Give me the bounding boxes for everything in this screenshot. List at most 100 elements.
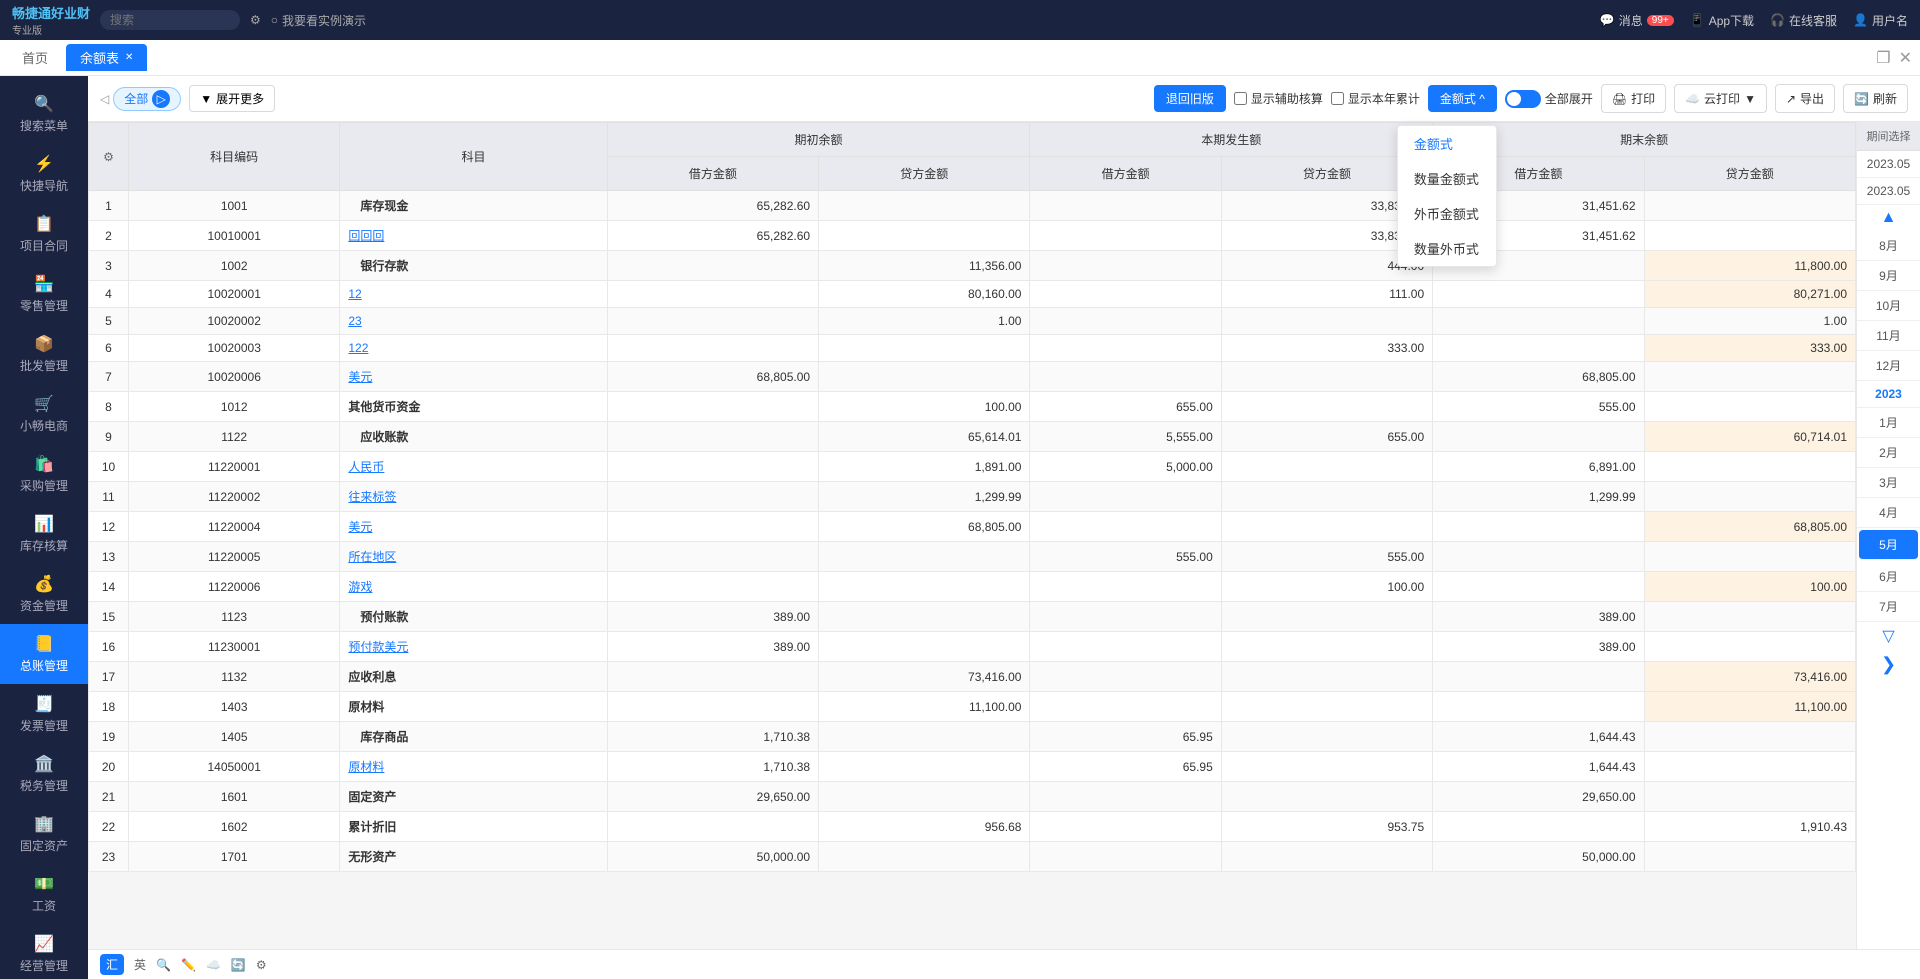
cloud-icon[interactable]: ☁️: [206, 958, 221, 972]
cell-name[interactable]: 122: [340, 335, 607, 362]
period-down-btn[interactable]: ▽: [1882, 626, 1894, 646]
th-debit-cur: 借方金额: [1030, 157, 1221, 191]
period-item-12[interactable]: 12月: [1857, 351, 1920, 381]
sidebar-item-tax[interactable]: 🏛️ 税务管理: [0, 744, 88, 804]
amount-style-btn[interactable]: 金额式 ^: [1428, 85, 1497, 112]
sidebar-item-project[interactable]: 📋 项目合同: [0, 204, 88, 264]
sidebar-item-ledger[interactable]: 📒 总账管理: [0, 624, 88, 684]
table-row: 191405库存商品1,710.3865.951,644.43: [89, 722, 1856, 752]
message-btn[interactable]: 💬 消息 99+: [1600, 12, 1674, 29]
cell-name: 无形资产: [340, 842, 607, 872]
cell-name[interactable]: 预付款美元: [340, 632, 607, 662]
sidebar-item-purchase[interactable]: 🛍️ 采购管理: [0, 444, 88, 504]
amount-style-item-3[interactable]: 数量外币式: [1398, 231, 1496, 266]
cell-name[interactable]: 所在地区: [340, 542, 607, 572]
user-avatar[interactable]: 👤 用户名: [1853, 12, 1908, 29]
show-auxiliary-checkbox[interactable]: 显示辅助核算: [1234, 90, 1323, 107]
period-item-2[interactable]: 2月: [1857, 438, 1920, 468]
amount-style-item-2[interactable]: 外币金额式: [1398, 196, 1496, 231]
period-item-5[interactable]: 5月: [1859, 530, 1918, 560]
print-btn[interactable]: 🖨 打印: [1601, 84, 1666, 113]
cell-credit-open: [819, 722, 1030, 752]
period-up-btn[interactable]: ▲: [1881, 209, 1897, 227]
cell-name[interactable]: 23: [340, 308, 607, 335]
sidebar-item-assets[interactable]: 🏢 固定资产: [0, 804, 88, 864]
table-settings-icon[interactable]: ⚙: [103, 150, 114, 164]
sidebar-item-invoice[interactable]: 🧾 发票管理: [0, 684, 88, 744]
cell-name[interactable]: 游戏: [340, 572, 607, 602]
cell-name[interactable]: 12: [340, 281, 607, 308]
currency-icon[interactable]: 汇: [100, 954, 124, 975]
tab-home[interactable]: 首页: [8, 44, 62, 71]
sidebar-item-finance[interactable]: 💰 资金管理: [0, 564, 88, 624]
period-item-7[interactable]: 7月: [1857, 592, 1920, 622]
period-item-10[interactable]: 10月: [1857, 291, 1920, 321]
expand-all-toggle-switch[interactable]: [1505, 90, 1541, 108]
period-item-8[interactable]: 8月: [1857, 231, 1920, 261]
cell-name[interactable]: 回回回: [340, 221, 607, 251]
sync-icon[interactable]: 🔄: [231, 958, 246, 972]
expand-all-toggle[interactable]: 全部展开: [1505, 90, 1593, 108]
top-search-input[interactable]: [100, 10, 240, 30]
cloud-print-btn[interactable]: ☁️ 云打印 ▼: [1674, 84, 1767, 113]
expand-more-btn[interactable]: ▼ 展开更多: [189, 85, 275, 112]
cell-credit-close: 1.00: [1644, 308, 1855, 335]
sidebar-item-operations[interactable]: 📈 经营管理: [0, 924, 88, 979]
search-tag-arrow-btn[interactable]: ▷: [152, 90, 170, 108]
search-back-icon[interactable]: ◁: [100, 92, 109, 106]
tab-restore-icon[interactable]: ❐: [1876, 48, 1890, 68]
cell-name[interactable]: 原材料: [340, 752, 607, 782]
period-item-year-2023[interactable]: 2023: [1857, 381, 1920, 408]
period-item-4[interactable]: 4月: [1857, 498, 1920, 528]
sidebar-item-retail[interactable]: 🏪 零售管理: [0, 264, 88, 324]
show-ytd-checkbox[interactable]: 显示本年累计: [1331, 90, 1420, 107]
sidebar-item-ecommerce[interactable]: 🛒 小畅电商: [0, 384, 88, 444]
online-service-btn[interactable]: 🎧 在线客服: [1770, 12, 1837, 29]
cell-debit-open: [607, 281, 818, 308]
demo-link[interactable]: ○ 我要看实例演示: [271, 12, 366, 29]
cell-credit-cur: [1221, 512, 1432, 542]
cell-credit-open: 1,891.00: [819, 452, 1030, 482]
period-collapse-btn[interactable]: ❯: [1857, 650, 1920, 679]
tab-close-icon[interactable]: ✕: [125, 52, 133, 63]
period-item-3[interactable]: 3月: [1857, 468, 1920, 498]
cell-debit-close: 50,000.00: [1433, 842, 1644, 872]
cell-name[interactable]: 美元: [340, 362, 607, 392]
amount-style-item-1[interactable]: 数量金额式: [1398, 161, 1496, 196]
tab-close-all-icon[interactable]: ✕: [1899, 48, 1912, 68]
zoom-icon[interactable]: 🔍: [156, 958, 171, 972]
export-btn[interactable]: ↗ 导出: [1775, 84, 1835, 113]
refresh-btn[interactable]: 🔄 刷新: [1843, 84, 1908, 113]
sidebar-item-quicknav[interactable]: ⚡ 快捷导航: [0, 144, 88, 204]
table-row: 1311220005所在地区555.00555.00: [89, 542, 1856, 572]
toolbar: ◁ 全部 ▷ ▼ 展开更多 退回旧版 显示辅助核算 显示本年累计: [88, 76, 1920, 122]
th-settings: ⚙: [89, 123, 129, 191]
ytd-checkbox-input[interactable]: [1331, 92, 1344, 105]
th-credit-open: 贷方金额: [819, 157, 1030, 191]
cell-name[interactable]: 美元: [340, 512, 607, 542]
sidebar-item-inventory[interactable]: 📊 库存核算: [0, 504, 88, 564]
sidebar-item-search[interactable]: 🔍 搜索菜单: [0, 84, 88, 144]
top-bar: 畅捷通好业财 专业版 ⚙ ○ 我要看实例演示 💬 消息 99+ 📱 App下载 …: [0, 0, 1920, 40]
settings-bottom-icon[interactable]: ⚙: [256, 958, 267, 972]
period-item-9[interactable]: 9月: [1857, 261, 1920, 291]
return-old-btn[interactable]: 退回旧版: [1154, 85, 1226, 112]
period-item-1[interactable]: 1月: [1857, 408, 1920, 438]
period-item-2023-05-2[interactable]: 2023.05: [1857, 178, 1920, 205]
sidebar-item-salary[interactable]: 💵 工资: [0, 864, 88, 924]
period-item-2023-05-1[interactable]: 2023.05: [1857, 151, 1920, 178]
amount-style-item-0[interactable]: 金额式: [1398, 126, 1496, 161]
cell-name[interactable]: 往来标签: [340, 482, 607, 512]
period-item-6[interactable]: 6月: [1857, 562, 1920, 592]
cell-name[interactable]: 人民币: [340, 452, 607, 482]
auxiliary-checkbox-input[interactable]: [1234, 92, 1247, 105]
lang-icon[interactable]: 英: [134, 956, 146, 973]
settings-top-icon[interactable]: ⚙: [250, 13, 261, 27]
cell-code: 1001: [129, 191, 340, 221]
app-download-btn[interactable]: 📱 App下载: [1690, 12, 1754, 29]
period-item-11[interactable]: 11月: [1857, 321, 1920, 351]
sidebar-item-wholesale[interactable]: 📦 批发管理: [0, 324, 88, 384]
th-name: 科目: [340, 123, 607, 191]
edit-icon[interactable]: ✏️: [181, 958, 196, 972]
tab-balance-sheet[interactable]: 余额表 ✕: [66, 44, 147, 71]
